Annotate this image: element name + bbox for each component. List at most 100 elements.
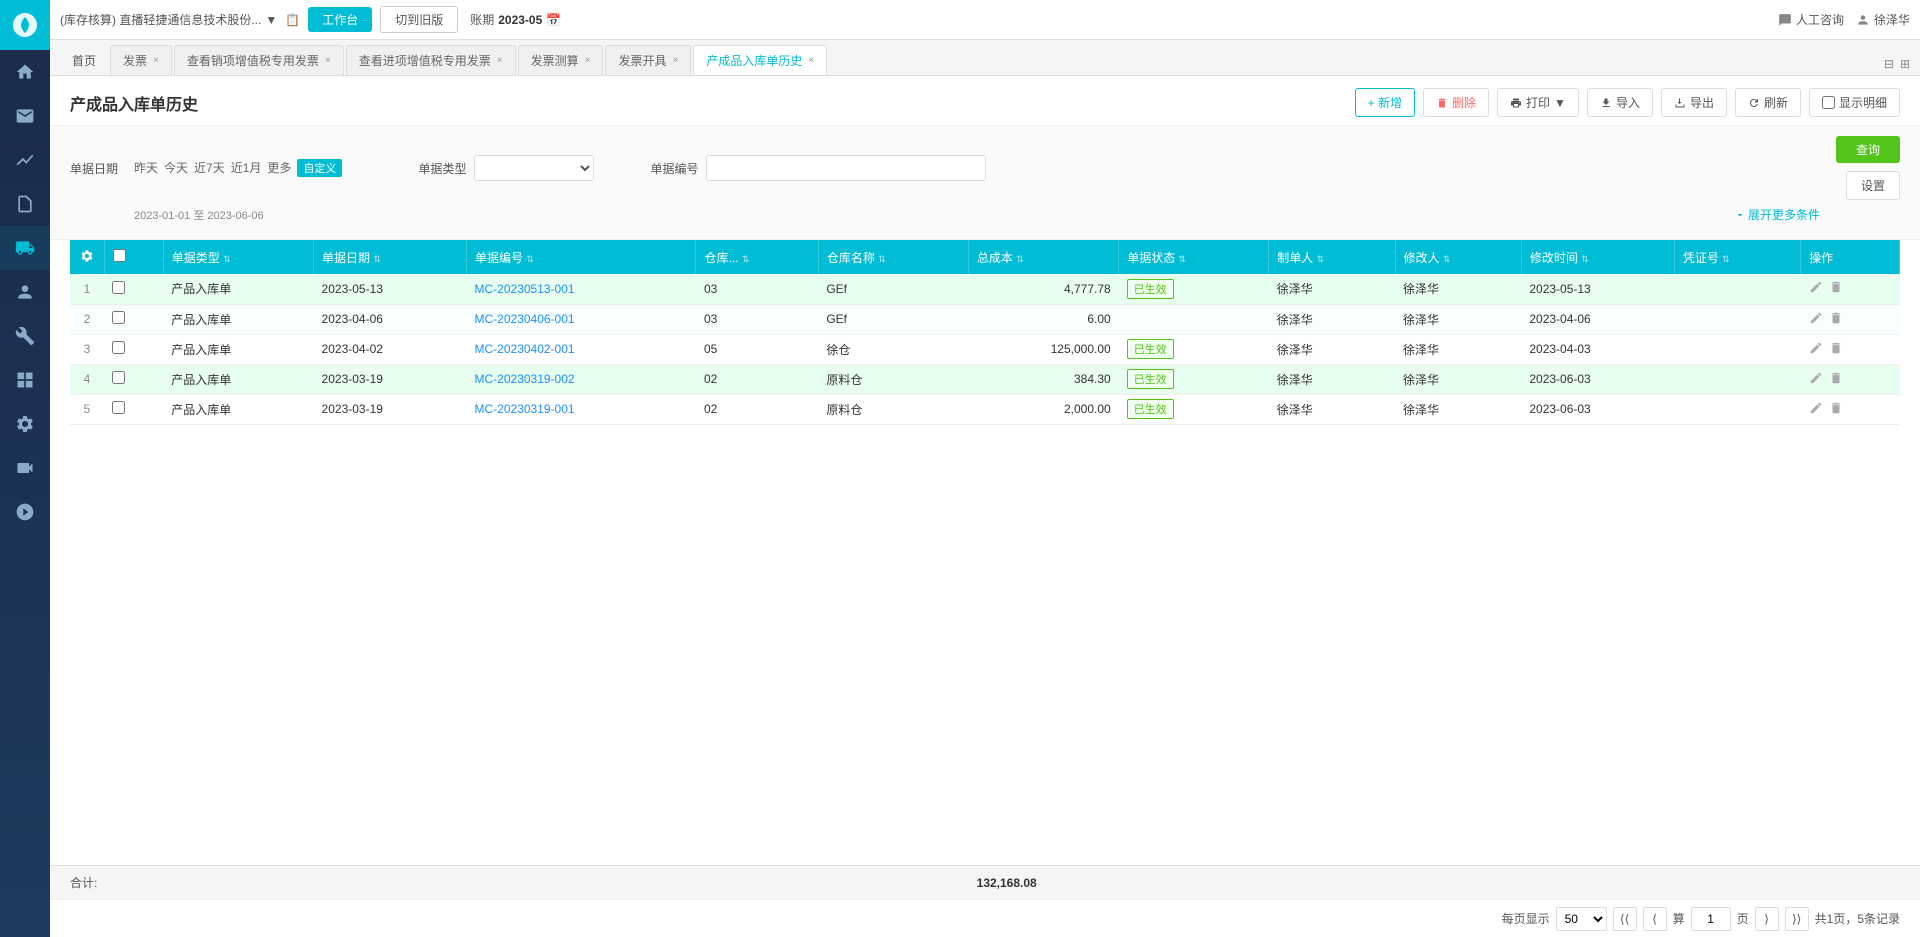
row-checkbox[interactable] (104, 304, 163, 334)
sidebar-item-grid[interactable] (0, 358, 50, 402)
row-voucher (1674, 364, 1800, 394)
tab-calc-close[interactable]: × (585, 55, 591, 66)
row-checkbox[interactable] (104, 334, 163, 364)
row-edit-icon[interactable] (1809, 341, 1823, 358)
date-filter-label: 单据日期 (70, 160, 118, 177)
th-modifier[interactable]: 修改人 ⇅ (1395, 240, 1521, 274)
tab-invoice[interactable]: 发票 × (110, 45, 172, 75)
row-delete-icon[interactable] (1829, 311, 1843, 328)
row-date: 2023-05-13 (314, 274, 467, 304)
th-number[interactable]: 单据编号 ⇅ (467, 240, 696, 274)
date-1month[interactable]: 近1月 (231, 159, 262, 177)
row-edit-icon[interactable] (1809, 401, 1823, 418)
th-gear[interactable] (70, 240, 104, 274)
page-number-input[interactable] (1691, 907, 1731, 931)
app-logo[interactable] (0, 0, 50, 50)
th-wh-code[interactable]: 仓库... ⇅ (696, 240, 818, 274)
tab-invoice-close[interactable]: × (153, 55, 159, 66)
sidebar-item-video[interactable] (0, 446, 50, 490)
row-checkbox[interactable] (104, 364, 163, 394)
page-size-select[interactable]: 50 100 200 (1556, 907, 1607, 931)
expand-button[interactable]: 展开更多条件 (1734, 206, 1820, 223)
row-delete-icon[interactable] (1829, 341, 1843, 358)
row-number[interactable]: MC-20230319-001 (467, 394, 696, 424)
sidebar-item-home[interactable] (0, 50, 50, 94)
tab-check-sales[interactable]: 查看销项增值税专用发票 × (174, 45, 344, 75)
row-checkbox[interactable] (104, 394, 163, 424)
user-service[interactable]: 人工咨询 (1778, 11, 1844, 28)
sidebar-item-tools[interactable] (0, 314, 50, 358)
first-page-button[interactable]: ⟨⟨ (1613, 907, 1637, 931)
number-filter-input[interactable] (706, 155, 986, 181)
refresh-button[interactable]: 刷新 (1735, 88, 1801, 117)
print-dropdown-icon[interactable]: ▼ (1554, 96, 1566, 110)
back-button[interactable]: 切到旧版 (380, 6, 458, 33)
user-avatar[interactable]: 徐泽华 (1856, 11, 1910, 28)
th-cost[interactable]: 总成本 ⇅ (968, 240, 1118, 274)
type-filter-select[interactable] (474, 155, 594, 181)
tab-check-sales-close[interactable]: × (325, 55, 331, 66)
row-index: 4 (70, 364, 104, 394)
row-number[interactable]: MC-20230319-002 (467, 364, 696, 394)
setting-button[interactable]: 设置 (1846, 171, 1900, 200)
date-today[interactable]: 今天 (164, 159, 188, 177)
add-button[interactable]: + 新增 (1355, 88, 1415, 117)
th-checkbox[interactable] (104, 240, 163, 274)
workspace-button[interactable]: 工作台 (308, 7, 372, 32)
tab-home[interactable]: 首页 (60, 45, 108, 75)
row-edit-icon[interactable] (1809, 280, 1823, 297)
select-all-checkbox[interactable] (113, 249, 126, 262)
row-number[interactable]: MC-20230402-001 (467, 334, 696, 364)
last-page-button[interactable]: ⟩⟩ (1785, 907, 1809, 931)
export-button[interactable]: 导出 (1661, 88, 1727, 117)
tab-history[interactable]: 产成品入库单历史 × (693, 45, 827, 75)
row-edit-icon[interactable] (1809, 311, 1823, 328)
filter-area: 单据日期 昨天 今天 近7天 近1月 更多 自定义 单据类型 单据编号 (50, 126, 1920, 240)
tab-minimize-icon[interactable]: ⊟ (1884, 57, 1894, 71)
sidebar-item-setting[interactable] (0, 402, 50, 446)
date-7days[interactable]: 近7天 (194, 159, 225, 177)
row-wh-code: 02 (696, 364, 818, 394)
sidebar-item-inbox[interactable] (0, 94, 50, 138)
next-page-button[interactable]: ⟩ (1755, 907, 1779, 931)
date-custom-tag[interactable]: 自定义 (297, 159, 342, 177)
sidebar-item-document[interactable] (0, 182, 50, 226)
row-checkbox[interactable] (104, 274, 163, 304)
sidebar-item-warehouse[interactable] (0, 226, 50, 270)
th-modify-time[interactable]: 修改时间 ⇅ (1521, 240, 1674, 274)
tab-open[interactable]: 发票开具 × (605, 45, 691, 75)
sidebar-item-version[interactable] (0, 490, 50, 534)
row-edit-icon[interactable] (1809, 371, 1823, 388)
tab-check-purchase-close[interactable]: × (497, 55, 503, 66)
th-voucher[interactable]: 凭证号 ⇅ (1674, 240, 1800, 274)
row-delete-icon[interactable] (1829, 280, 1843, 297)
delete-button[interactable]: 删除 (1423, 88, 1489, 117)
row-delete-icon[interactable] (1829, 401, 1843, 418)
company-selector[interactable]: (库存核算) 直播轻捷通信息技术股份... ▼ (60, 11, 277, 28)
row-number[interactable]: MC-20230406-001 (467, 304, 696, 334)
row-delete-icon[interactable] (1829, 371, 1843, 388)
query-button[interactable]: 查询 (1836, 136, 1900, 163)
th-wh-name[interactable]: 仓库名称 ⇅ (818, 240, 968, 274)
row-status: 已生效 (1119, 274, 1269, 304)
period-calendar-icon[interactable]: 📅 (546, 13, 561, 27)
tab-history-close[interactable]: × (808, 55, 814, 66)
th-creator[interactable]: 制单人 ⇅ (1269, 240, 1395, 274)
tab-calc[interactable]: 发票测算 × (518, 45, 604, 75)
sidebar-item-person[interactable] (0, 270, 50, 314)
show-detail-checkbox-wrap[interactable]: 显示明细 (1809, 88, 1900, 117)
th-type[interactable]: 单据类型 ⇅ (163, 240, 313, 274)
tab-maximize-icon[interactable]: ⊞ (1900, 57, 1910, 71)
tab-check-purchase[interactable]: 查看进项增值税专用发票 × (346, 45, 516, 75)
show-detail-checkbox[interactable] (1822, 96, 1835, 109)
tab-open-close[interactable]: × (672, 55, 678, 66)
date-yesterday[interactable]: 昨天 (134, 159, 158, 177)
sidebar-item-chart[interactable] (0, 138, 50, 182)
import-button[interactable]: 导入 (1587, 88, 1653, 117)
prev-page-button[interactable]: ⟨ (1643, 907, 1667, 931)
row-number[interactable]: MC-20230513-001 (467, 274, 696, 304)
date-more[interactable]: 更多 (267, 159, 291, 177)
print-button[interactable]: 打印 ▼ (1497, 88, 1579, 117)
th-date[interactable]: 单据日期 ⇅ (314, 240, 467, 274)
th-status[interactable]: 单据状态 ⇅ (1119, 240, 1269, 274)
